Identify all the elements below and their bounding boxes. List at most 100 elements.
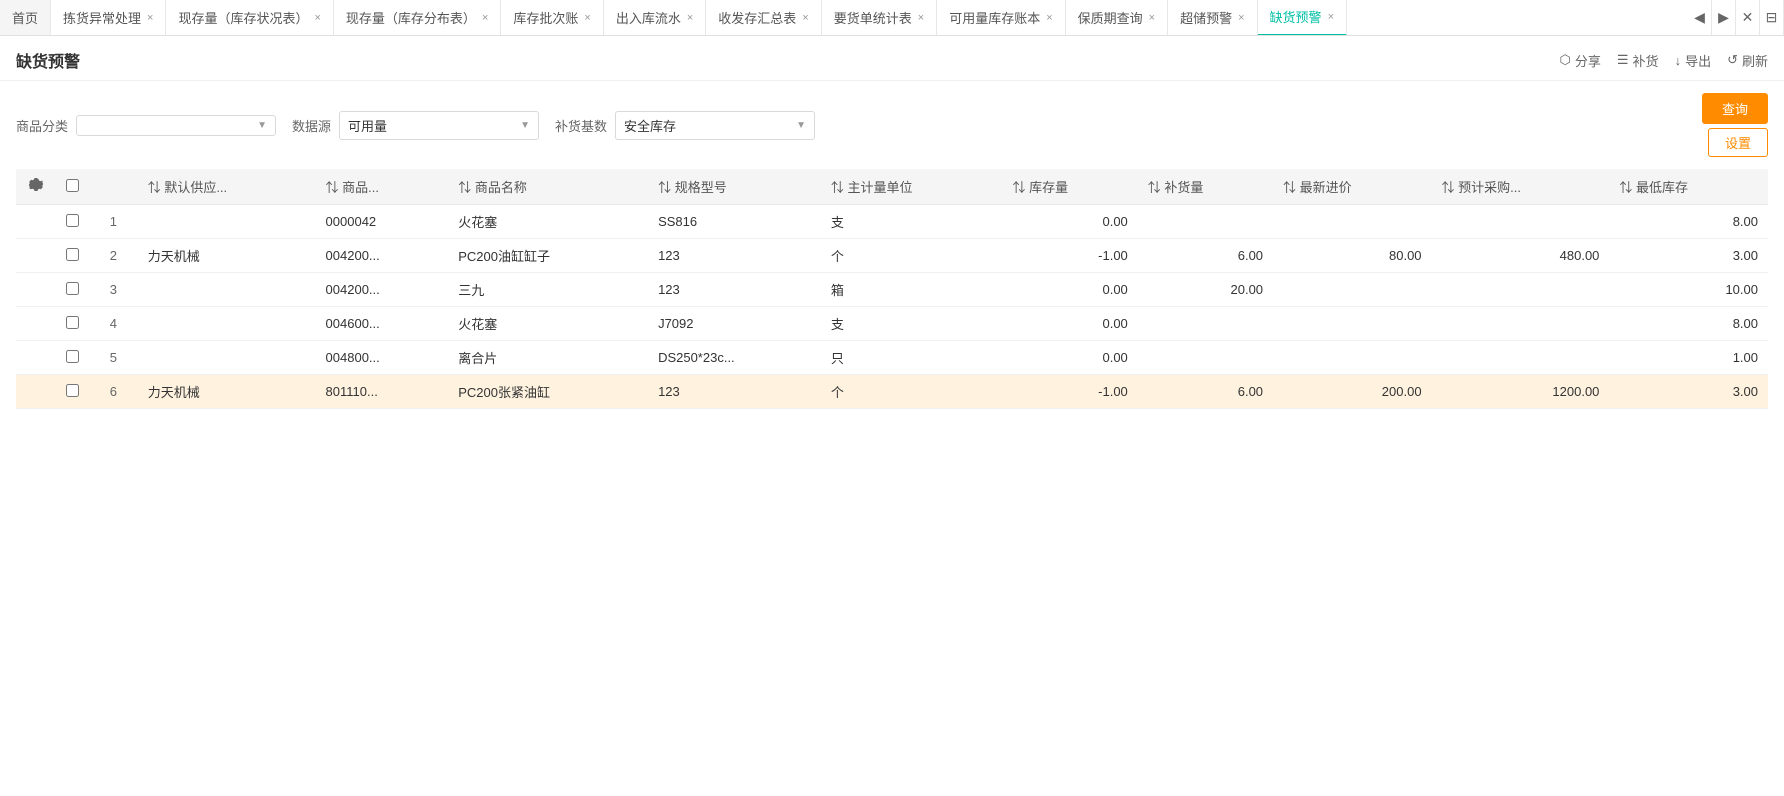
row-spec: DS250*23c... — [648, 341, 821, 375]
row-product-code: 004200... — [316, 239, 449, 273]
row-supplier: 力天机械 — [138, 239, 316, 273]
row-stock: -1.00 — [1003, 239, 1138, 273]
row-latest-price — [1273, 205, 1432, 239]
tab-close-batchLedger[interactable]: × — [584, 12, 590, 24]
row-checkbox-cell[interactable] — [56, 273, 89, 307]
table-header-unit[interactable]: ⇅ 主计量单位 — [821, 169, 1003, 205]
tab-batchLedger[interactable]: 库存批次账× — [501, 0, 603, 36]
row-checkbox-cell[interactable] — [56, 307, 89, 341]
table-header-spec[interactable]: ⇅ 规格型号 — [648, 169, 821, 205]
table-header-checkbox[interactable] — [56, 169, 89, 205]
export-icon: ↓ — [1675, 53, 1682, 68]
query-button[interactable]: 查询 — [1702, 93, 1768, 124]
tab-inventoryStatus[interactable]: 现存量（库存状况表）× — [166, 0, 333, 36]
row-settings-cell — [16, 341, 56, 375]
row-checkbox-cell[interactable] — [56, 341, 89, 375]
row-number: 6 — [89, 375, 138, 409]
row-unit: 支 — [821, 307, 1003, 341]
tab-overstock[interactable]: 超储预警× — [1168, 0, 1257, 36]
datasource-select[interactable]: 可用量 ▼ — [339, 111, 539, 140]
share-button[interactable]: ⬡ 分享 — [1560, 51, 1601, 70]
export-button[interactable]: ↓ 导出 — [1675, 51, 1712, 70]
row-min-stock: 10.00 — [1609, 273, 1768, 307]
chevron-down-icon-2: ▼ — [520, 120, 530, 131]
row-checkbox-1[interactable] — [66, 248, 79, 261]
replenish-base-filter-group: 补货基数 安全库存 ▼ — [555, 111, 815, 140]
row-checkbox-cell[interactable] — [56, 239, 89, 273]
row-unit: 个 — [821, 375, 1003, 409]
table-body: 1 0000042 火花塞 SS816 支 0.00 8.00 2 力天机械 0… — [16, 205, 1768, 409]
row-product-name: 离合片 — [448, 341, 648, 375]
table-row: 5 004800... 离合片 DS250*23c... 只 0.00 1.00 — [16, 341, 1768, 375]
row-latest-price: 200.00 — [1273, 375, 1432, 409]
row-spec: 123 — [648, 375, 821, 409]
tab-inventoryDist[interactable]: 现存量（库存分布表）× — [334, 0, 501, 36]
prev-tab-btn[interactable]: ◀ — [1688, 0, 1712, 36]
select-all-checkbox[interactable] — [66, 179, 79, 192]
row-checkbox-cell[interactable] — [56, 375, 89, 409]
row-checkbox-5[interactable] — [66, 384, 79, 397]
tab-close-inventoryDist[interactable]: × — [482, 12, 488, 24]
table-header-product-name[interactable]: ⇅ 商品名称 — [448, 169, 648, 205]
row-checkbox-4[interactable] — [66, 350, 79, 363]
tab-close-availableLedger[interactable]: × — [1046, 12, 1052, 24]
next-tab-btn[interactable]: ▶ — [1712, 0, 1736, 36]
replenish-base-select[interactable]: 安全库存 ▼ — [615, 111, 815, 140]
row-min-stock: 3.00 — [1609, 375, 1768, 409]
tab-shortage[interactable]: 缺货预警× — [1258, 0, 1347, 36]
tab-expiryQuery[interactable]: 保质期查询× — [1066, 0, 1168, 36]
row-checkbox-cell[interactable] — [56, 205, 89, 239]
page-title: 缺货预警 — [16, 48, 1560, 72]
table-header-min-stock[interactable]: ⇅ 最低库存 — [1609, 169, 1768, 205]
tab-close-shortage[interactable]: × — [1328, 11, 1334, 23]
tab-close-requisitionStats[interactable]: × — [918, 12, 924, 24]
shortage-table: ⇅ 默认供应... ⇅ 商品... ⇅ 商品名称 ⇅ 规格型号 ⇅ 主计量单位 — [16, 169, 1768, 409]
table-header-latest-price[interactable]: ⇅ 最新进价 — [1273, 169, 1432, 205]
sort-icon-estimated: ⇅ — [1442, 180, 1455, 195]
row-replenish — [1138, 341, 1273, 375]
table-header-product-code[interactable]: ⇅ 商品... — [316, 169, 449, 205]
row-number: 2 — [89, 239, 138, 273]
category-select[interactable]: ▼ — [76, 115, 276, 136]
row-product-code: 004800... — [316, 341, 449, 375]
row-latest-price — [1273, 341, 1432, 375]
table-header-supplier[interactable]: ⇅ 默认供应... — [138, 169, 316, 205]
page-header: 缺货预警 ⬡ 分享 ☰ 补货 ↓ 导出 ↺ 刷新 — [0, 36, 1784, 81]
tab-close-inventoryStatus[interactable]: × — [314, 12, 320, 24]
sort-icon-price: ⇅ — [1283, 180, 1296, 195]
tab-availableLedger[interactable]: 可用量库存账本× — [937, 0, 1065, 36]
row-settings-cell — [16, 375, 56, 409]
tab-receivePaySummary[interactable]: 收发存汇总表× — [706, 0, 821, 36]
table-header-stock[interactable]: ⇅ 库存量 — [1003, 169, 1138, 205]
tab-requisitionStats[interactable]: 要货单统计表× — [822, 0, 937, 36]
row-supplier — [138, 307, 316, 341]
table-header-replenish[interactable]: ⇅ 补货量 — [1138, 169, 1273, 205]
row-spec: 123 — [648, 239, 821, 273]
table-header-settings[interactable] — [16, 169, 56, 205]
row-checkbox-2[interactable] — [66, 282, 79, 295]
tab-close-overstock[interactable]: × — [1238, 12, 1244, 24]
refresh-button[interactable]: ↺ 刷新 — [1727, 51, 1768, 70]
table-header-estimated[interactable]: ⇅ 预计采购... — [1432, 169, 1610, 205]
page-content: 缺货预警 ⬡ 分享 ☰ 补货 ↓ 导出 ↺ 刷新 商品分类 — [0, 36, 1784, 796]
table-container: ⇅ 默认供应... ⇅ 商品... ⇅ 商品名称 ⇅ 规格型号 ⇅ 主计量单位 — [0, 169, 1784, 409]
collapse-tabs-btn[interactable]: ⊟ — [1760, 0, 1784, 36]
tab-pickAnomaly[interactable]: 拣货异常处理× — [51, 0, 166, 36]
row-checkbox-3[interactable] — [66, 316, 79, 329]
row-settings-cell — [16, 273, 56, 307]
tab-home[interactable]: 首页 — [0, 0, 51, 36]
tab-bar: 首页拣货异常处理×现存量（库存状况表）×现存量（库存分布表）×库存批次账×出入库… — [0, 0, 1784, 36]
tab-inOutFlow[interactable]: 出入库流水× — [604, 0, 706, 36]
tab-close-inOutFlow[interactable]: × — [687, 12, 693, 24]
settings-button[interactable]: 设置 — [1708, 128, 1768, 157]
close-all-tabs-btn[interactable]: ✕ — [1736, 0, 1760, 36]
row-estimated — [1432, 341, 1610, 375]
tab-close-pickAnomaly[interactable]: × — [147, 12, 153, 24]
row-stock: 0.00 — [1003, 205, 1138, 239]
tab-close-receivePaySummary[interactable]: × — [802, 12, 808, 24]
tab-close-expiryQuery[interactable]: × — [1149, 12, 1155, 24]
table-header-rownum — [89, 169, 138, 205]
row-checkbox-0[interactable] — [66, 214, 79, 227]
replenish-button[interactable]: ☰ 补货 — [1617, 51, 1659, 70]
row-product-code: 0000042 — [316, 205, 449, 239]
